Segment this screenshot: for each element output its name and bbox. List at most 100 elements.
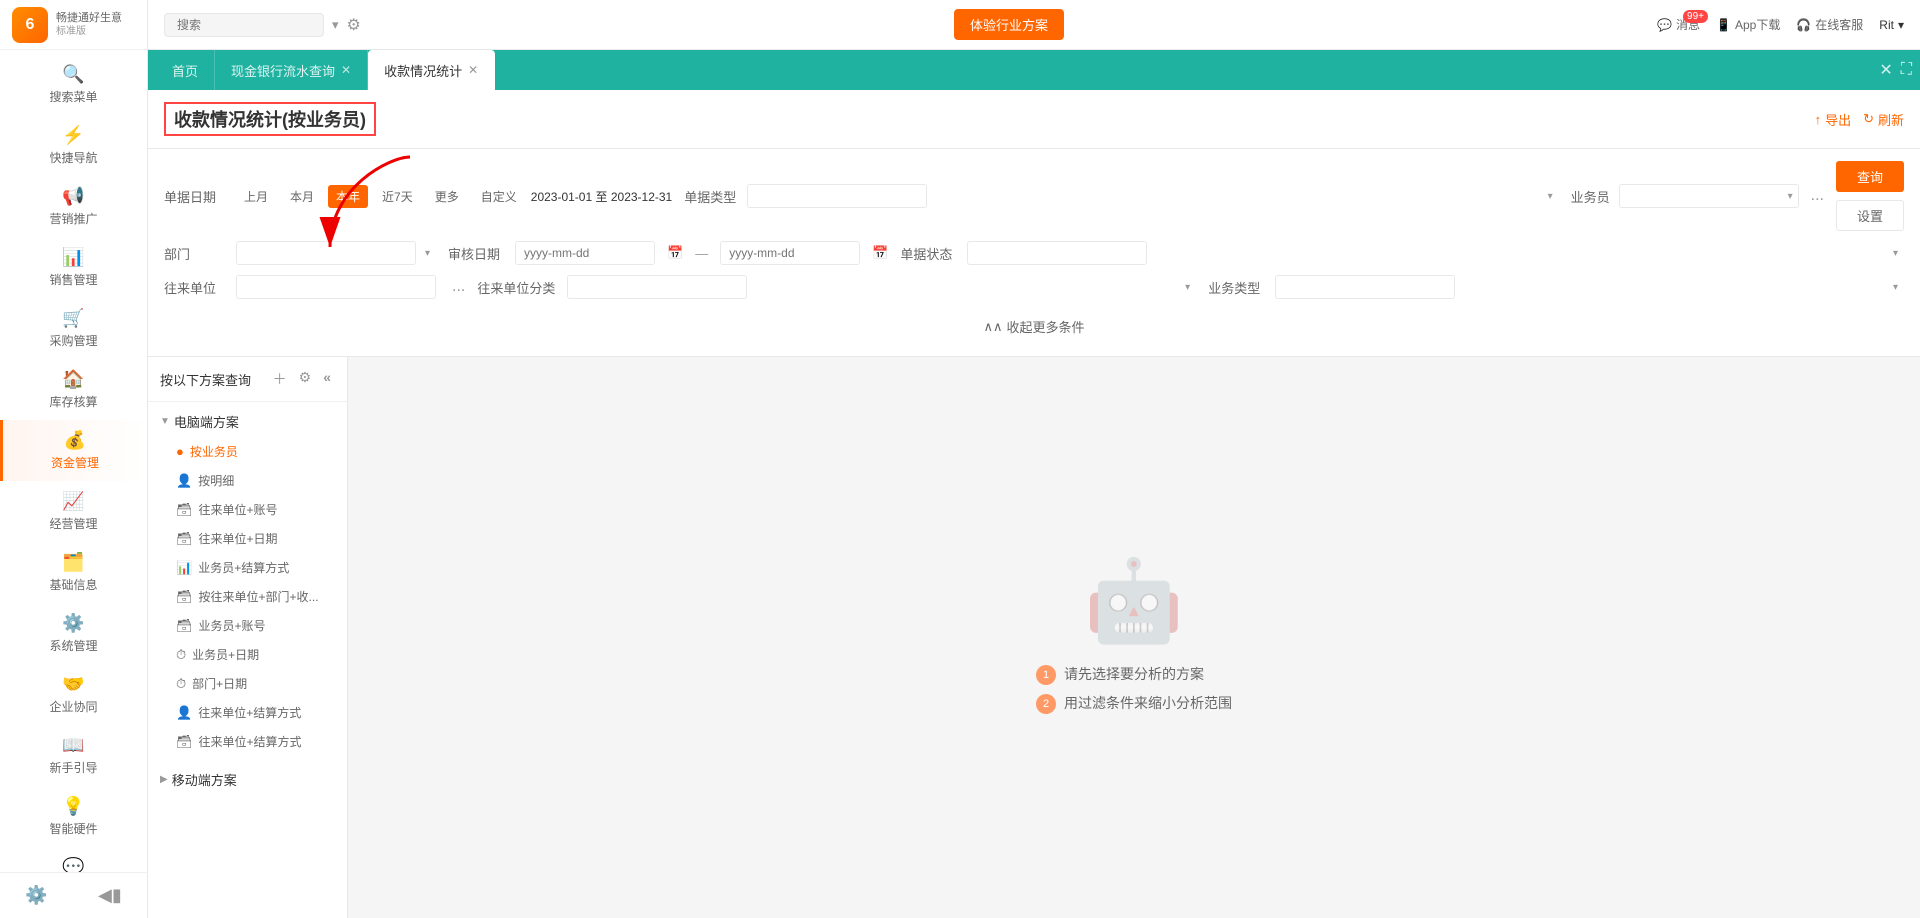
- main-container: ▾ ⚙ 体验行业方案 💬 消息 99+ 📱 App下载 🎧 在线客服 Rit ▾: [148, 0, 1920, 918]
- doc-status-select[interactable]: [967, 241, 1147, 265]
- salesman-scheme-icon: ●: [176, 444, 184, 459]
- tab-bank-flow-close[interactable]: ✕: [341, 63, 351, 77]
- doc-type-select[interactable]: [747, 184, 927, 208]
- partner-category-select-wrapper: [567, 275, 1196, 299]
- scheme-item-partner-settle1[interactable]: 👤 往来单位+结算方式: [148, 698, 347, 727]
- biz-type-select[interactable]: [1275, 275, 1455, 299]
- filter-row-1: 单据日期 上月 本月 本年 近7天 更多 自定义 2023-01-01 至 20…: [164, 161, 1904, 231]
- date-btn-this-year[interactable]: 本年: [328, 185, 368, 208]
- sidebar-item-purchase[interactable]: 🛒 采购管理: [0, 298, 147, 359]
- date-btn-custom[interactable]: 自定义: [473, 185, 525, 208]
- tab-close-all-btn[interactable]: ✕: [1879, 60, 1892, 80]
- refresh-btn[interactable]: ↻ 刷新: [1863, 110, 1904, 129]
- sidebar: 6 畅捷通好生意 标准版 🔍 搜索菜单 ⚡ 快捷导航 📢 营销推广 📊 销售管理…: [0, 0, 148, 918]
- sidebar-item-marketing[interactable]: 📢 营销推广: [0, 176, 147, 237]
- sidebar-item-guide[interactable]: 📖 新手引导: [0, 725, 147, 786]
- topbar-gear-icon[interactable]: ⚙: [347, 15, 361, 35]
- sidebar-collapse-btn[interactable]: ◀▮: [90, 881, 130, 910]
- sidebar-item-smart-hw[interactable]: 💡 智能硬件: [0, 786, 147, 847]
- scheme-settings-btn[interactable]: ⚙: [295, 367, 316, 391]
- date-btn-more[interactable]: 更多: [427, 185, 467, 208]
- partner-more-btn[interactable]: ...: [452, 278, 465, 296]
- tab-home[interactable]: 首页: [156, 50, 215, 90]
- scheme-item-salesman-settle[interactable]: 📊 业务员+结算方式: [148, 553, 347, 582]
- date-btn-last-month[interactable]: 上月: [236, 185, 276, 208]
- edition-label: 标准版: [56, 25, 122, 38]
- sidebar-item-quick-nav[interactable]: ⚡ 快捷导航: [0, 115, 147, 176]
- tab-bank-flow[interactable]: 现金银行流水查询 ✕: [215, 50, 368, 90]
- query-btn[interactable]: 查询: [1836, 161, 1904, 192]
- scheme-header: 按以下方案查询 ＋ ⚙ «: [148, 357, 347, 402]
- scheme-item-partner-dept-recv[interactable]: 🗃 按往来单位+部门+收...: [148, 582, 347, 611]
- trial-btn[interactable]: 体验行业方案: [954, 9, 1064, 40]
- sidebar-item-search-menu[interactable]: 🔍 搜索菜单: [0, 54, 147, 115]
- calendar-to-icon[interactable]: 📅: [872, 245, 888, 261]
- detail-scheme-icon: 👤: [176, 473, 192, 489]
- scheme-group-desktop-header[interactable]: ▼ 电脑端方案: [148, 406, 347, 437]
- topbar-dropdown-arrow[interactable]: ▾: [332, 17, 339, 33]
- sidebar-settings-btn[interactable]: ⚙️: [17, 881, 55, 910]
- review-date-label: 审核日期: [448, 244, 503, 263]
- review-date-to[interactable]: [720, 241, 860, 265]
- doc-status-label: 单据状态: [900, 244, 955, 263]
- sidebar-item-sales[interactable]: 📊 销售管理: [0, 237, 147, 298]
- dept-select[interactable]: [236, 241, 416, 265]
- sidebar-item-basic-info[interactable]: 🗂️ 基础信息: [0, 542, 147, 603]
- collapse-btn[interactable]: ∧∧ 收起更多条件: [164, 309, 1904, 344]
- review-date-from[interactable]: [515, 241, 655, 265]
- biz-type-select-wrapper: [1275, 275, 1904, 299]
- scheme-item-dept-date[interactable]: ⏱ 部门+日期: [148, 669, 347, 698]
- tab-expand-btn[interactable]: ⛶: [1901, 61, 1912, 79]
- scheme-collapse-btn[interactable]: «: [319, 367, 335, 391]
- scheme-header-label: 按以下方案查询: [160, 370, 263, 389]
- tab-receipt-stats[interactable]: 收款情况统计 ✕: [368, 50, 495, 90]
- refresh-icon: ↻: [1863, 111, 1874, 127]
- salesman-select[interactable]: [1619, 184, 1799, 208]
- scheme-group-mobile-header[interactable]: ▶ 移动端方案: [148, 764, 347, 795]
- scheme-item-by-detail[interactable]: 👤 按明细: [148, 466, 347, 495]
- salesman-more-btn[interactable]: ...: [1811, 187, 1824, 205]
- sidebar-nav: 🔍 搜索菜单 ⚡ 快捷导航 📢 营销推广 📊 销售管理 🛒 采购管理 🏠 库存核…: [0, 50, 147, 872]
- topbar-search-input[interactable]: [164, 13, 324, 37]
- doc-type-select-wrapper: [747, 184, 1558, 208]
- partner-settle1-icon: 👤: [176, 705, 192, 721]
- page-header: 收款情况统计(按业务员) ↑ 导出 ↻ 刷新: [148, 90, 1920, 149]
- dept-select-wrapper: [236, 241, 436, 265]
- sidebar-item-enterprise[interactable]: 🤝 企业协同: [0, 664, 147, 725]
- calendar-from-icon[interactable]: 📅: [667, 245, 683, 261]
- scheme-add-btn[interactable]: ＋: [269, 367, 291, 391]
- topbar-user-btn[interactable]: Rit ▾: [1879, 18, 1904, 32]
- sidebar-item-system[interactable]: ⚙️ 系统管理: [0, 603, 147, 664]
- system-icon: ⚙️: [62, 613, 84, 634]
- scheme-item-partner-account[interactable]: 🗃 往来单位+账号: [148, 495, 347, 524]
- sidebar-item-capital[interactable]: 💰 资金管理: [0, 420, 147, 481]
- salesman-settle-icon: 📊: [176, 560, 192, 576]
- data-area: 🤖 1 请先选择要分析的方案 2 用过滤条件来缩小分析范围: [348, 357, 1920, 918]
- scheme-item-partner-date[interactable]: 🗃 往来单位+日期: [148, 524, 347, 553]
- partner-category-select[interactable]: [567, 275, 747, 299]
- export-btn[interactable]: ↑ 导出: [1815, 110, 1852, 129]
- date-btn-7days[interactable]: 近7天: [374, 185, 421, 208]
- sidebar-item-wechat[interactable]: 💬 企业微信: [0, 847, 147, 872]
- collapse-icon: ∧∧: [983, 319, 1002, 335]
- topbar-service-btn[interactable]: 🎧 在线客服: [1796, 16, 1863, 33]
- mobile-group-label: 移动端方案: [172, 770, 237, 789]
- tabbar: 首页 现金银行流水查询 ✕ 收款情况统计 ✕ ✕ ⛶: [148, 50, 1920, 90]
- scheme-item-salesman-date[interactable]: ⏱ 业务员+日期: [148, 640, 347, 669]
- scheme-item-salesman-account[interactable]: 🗃 业务员+账号: [148, 611, 347, 640]
- topbar-app-btn[interactable]: 📱 App下载: [1716, 16, 1780, 33]
- partner-input[interactable]: [236, 275, 436, 299]
- date-btn-this-month[interactable]: 本月: [282, 185, 322, 208]
- sidebar-item-inventory[interactable]: 🏠 库存核算: [0, 359, 147, 420]
- logo-icon: 6: [12, 7, 48, 43]
- sidebar-item-operations[interactable]: 📈 经营管理: [0, 481, 147, 542]
- scheme-item-by-salesman[interactable]: ● 按业务员: [148, 437, 347, 466]
- topbar-msg-btn[interactable]: 💬 消息 99+: [1657, 16, 1700, 33]
- hint-step-2: 2 用过滤条件来缩小分析范围: [1036, 693, 1232, 714]
- scheme-item-partner-settle2[interactable]: 🗃 往来单位+结算方式: [148, 727, 347, 756]
- settings-btn[interactable]: 设置: [1836, 200, 1904, 231]
- wechat-icon: 💬: [62, 857, 84, 872]
- page-content: 收款情况统计(按业务员) ↑ 导出 ↻ 刷新 单据日期 上月 本月: [148, 90, 1920, 918]
- tab-receipt-stats-close[interactable]: ✕: [468, 63, 478, 77]
- partner-settle2-icon: 🗃: [176, 734, 193, 750]
